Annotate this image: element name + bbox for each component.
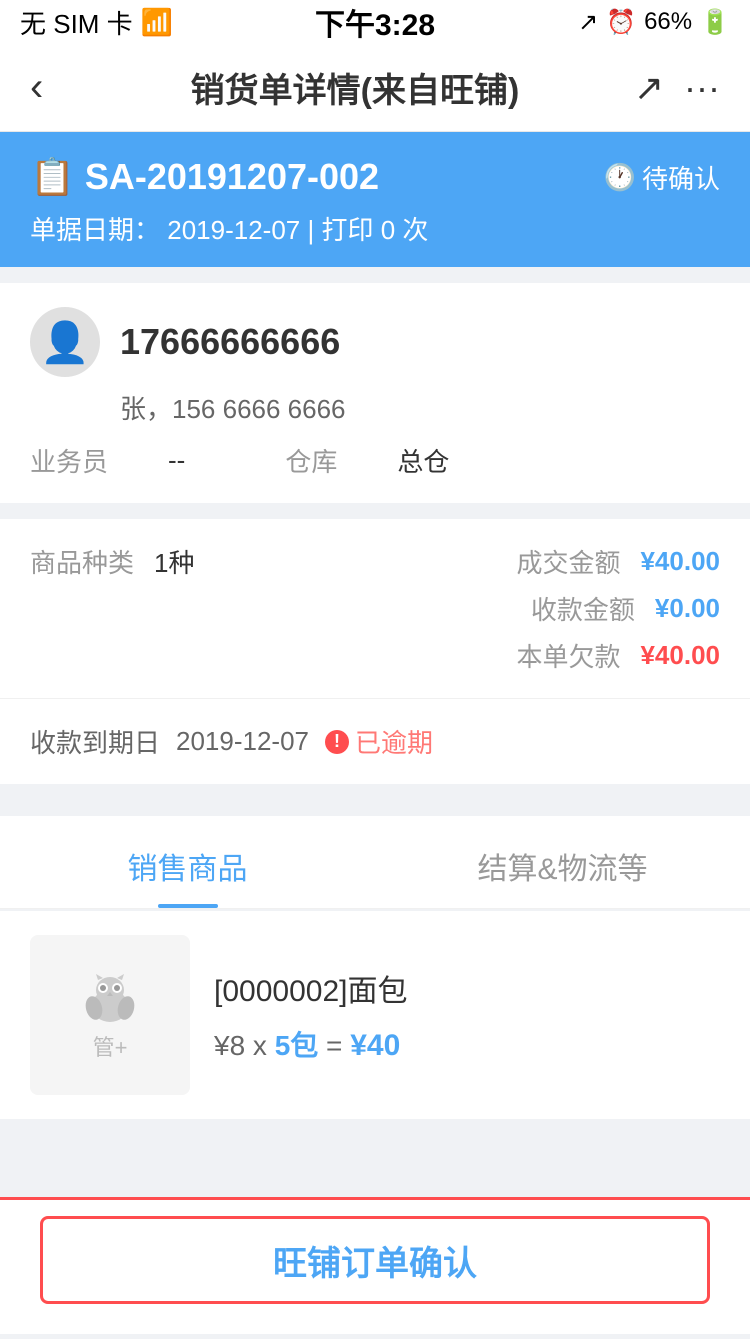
transaction-amount-label: 成交金额 (516, 543, 620, 580)
order-banner: 📋 SA-20191207-002 🕐 待确认 单据日期： 2019-12-07… (0, 132, 750, 267)
print-count: 0 (381, 215, 395, 245)
tab-sales-products[interactable]: 销售商品 (0, 816, 375, 908)
back-button[interactable]: ‹ (30, 65, 90, 110)
product-equals: = (318, 1030, 350, 1061)
status-bar: 无 SIM 卡 📶 下午3:28 ↗ ⏰ 66% 🔋 (0, 0, 750, 44)
due-date-row: 收款到期日 2019-12-07 ! 已逾期 (30, 723, 720, 760)
received-amount-row: 收款金额 ¥0.00 (531, 590, 720, 627)
received-amount-value: ¥0.00 (655, 593, 720, 624)
overdue-text: 已逾期 (355, 723, 433, 760)
owed-amount-value: ¥40.00 (640, 640, 720, 671)
order-id-text: SA-20191207-002 (85, 156, 379, 198)
sales-label: 业务员 (30, 442, 108, 479)
summary-right: 成交金额 ¥40.00 收款金额 ¥0.00 本单欠款 ¥40.00 (516, 543, 720, 674)
wifi-icon: 📶 (141, 7, 173, 38)
customer-meta-row: 业务员 -- 仓库 总仓 (30, 442, 720, 479)
due-date-value: 2019-12-07 (176, 726, 309, 757)
tab-settlement-label: 结算&物流等 (477, 853, 647, 886)
order-id-icon: 📋 (30, 156, 75, 198)
order-id: 📋 SA-20191207-002 (30, 156, 379, 198)
status-left: 无 SIM 卡 📶 (20, 4, 173, 41)
print-separator: | 打印 (307, 215, 373, 245)
status-time: 下午3:28 (315, 0, 435, 44)
owl-plus-text: 管+ (93, 1030, 128, 1062)
product-price-formula: ¥8 x (214, 1030, 275, 1061)
status-right: ↗ ⏰ 66% 🔋 (578, 8, 730, 37)
avatar-icon: 👤 (40, 319, 90, 366)
sales-value: -- (168, 445, 185, 476)
tabs-section: 销售商品 结算&物流等 (0, 816, 750, 909)
customer-name-row: 张，156 6666 6666 (30, 389, 720, 426)
date-label: 单据日期： (30, 215, 160, 245)
due-date-label: 收款到期日 (30, 723, 160, 760)
battery-text: 66% (644, 8, 692, 36)
warehouse-value: 总仓 (397, 442, 449, 479)
status-clock-icon: 🕐 (604, 162, 636, 193)
share-icon[interactable]: ↗ (634, 67, 664, 109)
page-title: 销货单详情(来自旺铺) (90, 63, 620, 112)
nav-bar: ‹ 销货单详情(来自旺铺) ↗ ··· (0, 44, 750, 132)
product-type-label: 商品种类 (30, 543, 134, 580)
owed-amount-row: 本单欠款 ¥40.00 (516, 637, 720, 674)
carrier-text: 无 SIM 卡 (20, 4, 133, 41)
section-divider-2 (0, 784, 750, 800)
customer-row: 👤 17666666666 (30, 307, 720, 377)
summary-left: 商品种类 1种 (30, 543, 194, 580)
product-quantity: 5包 (275, 1030, 319, 1061)
overdue-badge: ! 已逾期 (325, 723, 433, 760)
battery-icon: 🔋 (700, 8, 730, 37)
overdue-dot-icon: ! (325, 730, 349, 754)
more-icon[interactable]: ··· (684, 67, 720, 109)
product-type-value: 1种 (154, 543, 194, 580)
owed-amount-label: 本单欠款 (516, 637, 620, 674)
order-id-row: 📋 SA-20191207-002 🕐 待确认 (30, 156, 720, 198)
avatar: 👤 (30, 307, 100, 377)
print-suffix: 次 (402, 215, 428, 245)
customer-name-phone: 张，156 6666 6666 (120, 394, 346, 424)
tab-sales-products-label: 销售商品 (128, 853, 248, 886)
product-price-row: ¥8 x 5包 = ¥40 (214, 1024, 720, 1064)
order-date: 2019-12-07 (167, 215, 300, 245)
confirm-order-button[interactable]: 旺铺订单确认 (40, 1216, 710, 1304)
product-total: ¥40 (350, 1029, 400, 1062)
product-name: [0000002]面包 (214, 966, 720, 1010)
transaction-amount-row: 成交金额 ¥40.00 (516, 543, 720, 580)
nav-actions: ↗ ··· (620, 67, 720, 109)
product-item: 管+ [0000002]面包 ¥8 x 5包 = ¥40 (0, 911, 750, 1119)
warehouse-label: 仓库 (285, 442, 337, 479)
customer-phone: 17666666666 (120, 321, 340, 363)
summary-section: 商品种类 1种 成交金额 ¥40.00 收款金额 ¥0.00 本单欠款 ¥40.… (0, 519, 750, 698)
product-thumbnail: 管+ (30, 935, 190, 1095)
transaction-amount-value: ¥40.00 (640, 546, 720, 577)
order-date-row: 单据日期： 2019-12-07 | 打印 0 次 (30, 210, 720, 247)
product-owl-logo: 管+ (70, 968, 150, 1062)
overdue-exclamation: ! (334, 731, 340, 752)
bottom-bar: 旺铺订单确认 (0, 1197, 750, 1334)
order-status-text: 待确认 (642, 159, 720, 196)
tab-settlement[interactable]: 结算&物流等 (375, 816, 750, 908)
section-divider-1 (0, 503, 750, 519)
order-status: 🕐 待确认 (604, 159, 720, 196)
alarm-icon: ⏰ (606, 8, 636, 37)
product-info: [0000002]面包 ¥8 x 5包 = ¥40 (214, 966, 720, 1064)
location-icon: ↗ (578, 8, 598, 37)
customer-section: 👤 17666666666 张，156 6666 6666 业务员 -- 仓库 … (0, 283, 750, 503)
received-amount-label: 收款金额 (531, 590, 635, 627)
due-date-section: 收款到期日 2019-12-07 ! 已逾期 (0, 698, 750, 784)
